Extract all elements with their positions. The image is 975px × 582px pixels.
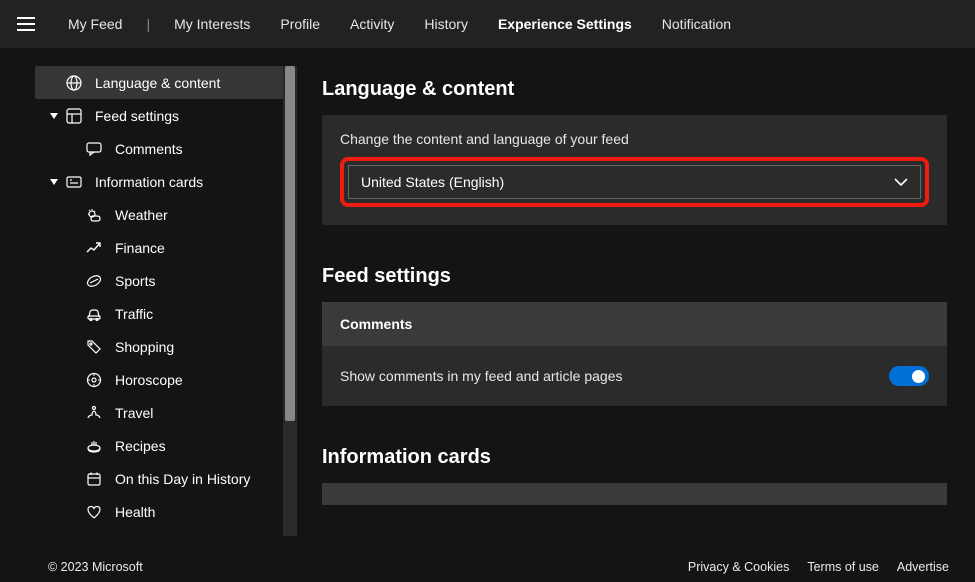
sports-icon (85, 272, 103, 290)
sidebar-item-horoscope[interactable]: Horoscope (35, 363, 297, 396)
cards-icon (65, 173, 83, 191)
traffic-icon (85, 305, 103, 323)
language-dropdown-highlight: United States (English) (340, 157, 929, 207)
comment-icon (85, 140, 103, 158)
language-desc: Change the content and language of your … (340, 131, 929, 147)
calendar-icon (85, 470, 103, 488)
weather-icon (85, 206, 103, 224)
sidebar-item-label: Language & content (95, 75, 220, 91)
nav-my-feed[interactable]: My Feed (60, 12, 130, 36)
sidebar-item-label: Recipes (115, 438, 166, 454)
travel-icon (85, 404, 103, 422)
sidebar-item-label: Traffic (115, 306, 153, 322)
scrollbar-thumb[interactable] (285, 66, 295, 421)
language-dropdown[interactable]: United States (English) (348, 165, 921, 199)
comments-toggle-label: Show comments in my feed and article pag… (340, 368, 622, 384)
health-icon (85, 503, 103, 521)
sidebar-item-label: Information cards (95, 174, 203, 190)
sidebar-item-shopping[interactable]: Shopping (35, 330, 297, 363)
nav-divider: | (146, 16, 150, 32)
hamburger-icon[interactable] (12, 10, 40, 38)
sidebar: Language & content Feed settings Comment… (0, 48, 300, 552)
footer-link-terms[interactable]: Terms of use (807, 560, 879, 574)
sidebar-item-finance[interactable]: Finance (35, 231, 297, 264)
sidebar-item-comments[interactable]: Comments (35, 132, 297, 165)
sidebar-item-label: Health (115, 504, 155, 520)
language-panel: Change the content and language of your … (322, 115, 947, 225)
main-content: Language & content Change the content an… (300, 48, 975, 552)
sidebar-item-traffic[interactable]: Traffic (35, 297, 297, 330)
sidebar-item-sports[interactable]: Sports (35, 264, 297, 297)
sidebar-item-label: Comments (115, 141, 183, 157)
sidebar-item-label: On this Day in History (115, 471, 250, 487)
sidebar-item-travel[interactable]: Travel (35, 396, 297, 429)
comments-toggle[interactable] (889, 366, 929, 386)
comments-toggle-row: Show comments in my feed and article pag… (322, 346, 947, 406)
finance-icon (85, 239, 103, 257)
section-title-language: Language & content (322, 78, 947, 101)
shopping-icon (85, 338, 103, 356)
sidebar-item-label: Horoscope (115, 372, 183, 388)
nav-experience-settings[interactable]: Experience Settings (490, 12, 640, 36)
nav-my-interests[interactable]: My Interests (166, 12, 258, 36)
globe-icon (65, 74, 83, 92)
sidebar-item-weather[interactable]: Weather (35, 198, 297, 231)
sidebar-item-information-cards[interactable]: Information cards (35, 165, 297, 198)
sidebar-item-label: Feed settings (95, 108, 179, 124)
footer-links: Privacy & Cookies Terms of use Advertise (688, 560, 949, 574)
layout-icon (65, 107, 83, 125)
section-title-info-cards: Information cards (322, 446, 947, 469)
footer-link-advertise[interactable]: Advertise (897, 560, 949, 574)
feed-subheader-comments: Comments (322, 302, 947, 346)
nav-profile[interactable]: Profile (272, 12, 328, 36)
chevron-down-icon (894, 174, 908, 190)
section-title-feed: Feed settings (322, 265, 947, 288)
nav-notification[interactable]: Notification (654, 12, 739, 36)
feed-settings-panel: Comments Show comments in my feed and ar… (322, 302, 947, 406)
horoscope-icon (85, 371, 103, 389)
info-cards-panel (322, 483, 947, 505)
footer: © 2023 Microsoft Privacy & Cookies Terms… (0, 552, 975, 582)
sidebar-item-label: Travel (115, 405, 153, 421)
nav-activity[interactable]: Activity (342, 12, 402, 36)
sidebar-item-label: Sports (115, 273, 155, 289)
sidebar-item-on-this-day[interactable]: On this Day in History (35, 462, 297, 495)
nav-history[interactable]: History (416, 12, 476, 36)
sidebar-item-label: Weather (115, 207, 168, 223)
footer-link-privacy[interactable]: Privacy & Cookies (688, 560, 789, 574)
sidebar-item-recipes[interactable]: Recipes (35, 429, 297, 462)
sidebar-item-label: Finance (115, 240, 165, 256)
recipes-icon (85, 437, 103, 455)
footer-copyright: © 2023 Microsoft (48, 560, 143, 574)
sidebar-scrollbar[interactable] (283, 66, 297, 536)
top-nav: My Feed | My Interests Profile Activity … (0, 0, 975, 48)
sidebar-item-feed-settings[interactable]: Feed settings (35, 99, 297, 132)
caret-down-icon (49, 178, 59, 186)
sidebar-item-label: Shopping (115, 339, 174, 355)
sidebar-item-health[interactable]: Health (35, 495, 297, 528)
sidebar-item-language-content[interactable]: Language & content (35, 66, 297, 99)
dropdown-selected-value: United States (English) (361, 174, 504, 190)
caret-down-icon (49, 112, 59, 120)
